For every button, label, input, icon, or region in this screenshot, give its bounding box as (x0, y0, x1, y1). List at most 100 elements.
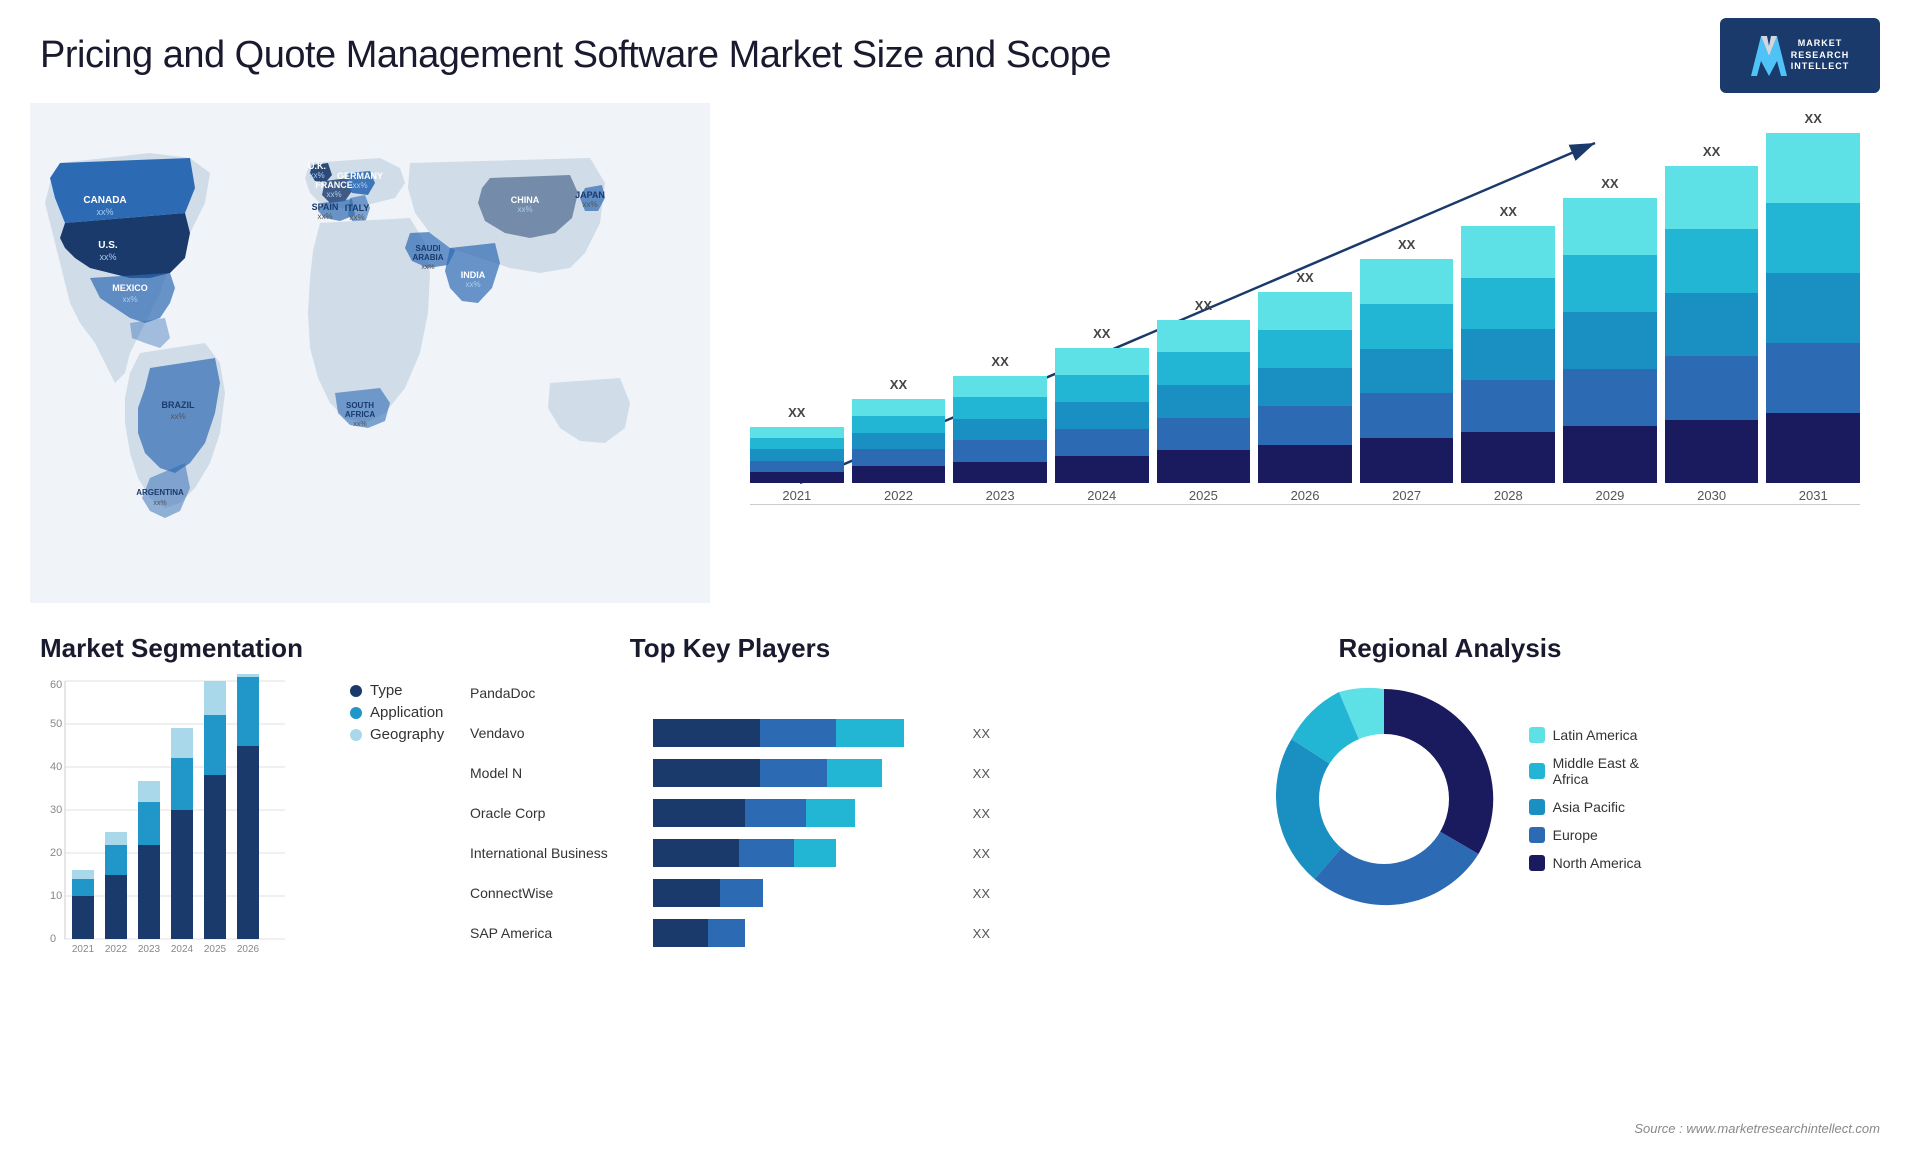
legend-europe: Europe (1529, 827, 1642, 843)
player-row-modeln: Model N XX (470, 759, 990, 787)
bar-stack-2024: XX (1055, 348, 1149, 483)
bar-label-2030: 2030 (1697, 488, 1726, 503)
svg-text:xx%: xx% (309, 171, 324, 180)
legend-latin-america: Latin America (1529, 727, 1642, 743)
bar-segment-4 (1665, 166, 1759, 229)
bar-segment-0 (1461, 432, 1555, 483)
svg-text:BRAZIL: BRAZIL (162, 400, 195, 410)
legend-north-america: North America (1529, 855, 1642, 871)
bar-seg1 (653, 759, 760, 787)
bar-col-2031: XX2031 (1766, 143, 1860, 503)
bar-segment-3 (1766, 203, 1860, 273)
bar-value-2028: XX (1461, 204, 1555, 219)
svg-text:40: 40 (50, 761, 62, 773)
bar-stack-2031: XX (1766, 133, 1860, 483)
svg-text:xx%: xx% (352, 181, 367, 190)
bar-stack-2029: XX (1563, 198, 1657, 483)
bar-segment-3 (1055, 375, 1149, 402)
bar-col-2024: XX2024 (1055, 143, 1149, 503)
bar-segment-1 (852, 449, 946, 466)
svg-text:xx%: xx% (582, 200, 597, 209)
bar-stack-2026: XX (1258, 292, 1352, 483)
bar-stack-2023: XX (953, 376, 1047, 483)
bar-col-2030: XX2030 (1665, 143, 1759, 503)
player-row-connectwise: ConnectWise XX (470, 879, 990, 907)
legend-box-na (1529, 855, 1545, 871)
bar-seg1 (653, 919, 708, 947)
svg-text:30: 30 (50, 804, 62, 816)
player-value-connectwise: XX (973, 886, 990, 901)
bar-label-2022: 2022 (884, 488, 913, 503)
logo-line3: INTELLECT (1791, 61, 1850, 73)
regional-section: Regional Analysis (1010, 633, 1890, 1163)
bar-stack-2028: XX (1461, 226, 1555, 483)
bar-seg2 (745, 799, 806, 827)
bar-chart-wrapper: XX2021XX2022XX2023XX2024XX2025XX2026XX20… (740, 113, 1870, 543)
player-value-oracle: XX (973, 806, 990, 821)
svg-text:2022: 2022 (105, 944, 128, 954)
svg-text:xx%: xx% (170, 412, 185, 421)
player-name-vendavo: Vendavo (470, 725, 645, 741)
regional-legend: Latin America Middle East &Africa Asia P… (1529, 727, 1642, 871)
bar-chart-section: XX2021XX2022XX2023XX2024XX2025XX2026XX20… (720, 103, 1890, 603)
bar-value-2025: XX (1157, 298, 1251, 313)
bar-segment-4 (1461, 226, 1555, 277)
page-title: Pricing and Quote Management Software Ma… (40, 34, 1111, 77)
legend-geography: Geography (350, 726, 444, 743)
player-name-connectwise: ConnectWise (470, 885, 645, 901)
legend-label-geography: Geography (370, 726, 444, 743)
svg-text:xx%: xx% (465, 280, 480, 289)
legend-application: Application (350, 704, 444, 721)
bar-segment-4 (1563, 198, 1657, 255)
key-players-title: Top Key Players (470, 633, 990, 664)
logo-line1: MARKET (1791, 38, 1850, 50)
bar-segment-2 (1563, 312, 1657, 369)
world-map-svg: CANADA xx% U.S. xx% MEXICO xx% BRAZIL xx… (30, 103, 710, 603)
svg-text:10: 10 (50, 890, 62, 902)
bar-value-2023: XX (953, 354, 1047, 369)
svg-text:ARGENTINA: ARGENTINA (136, 488, 184, 497)
bar-chart-area: XX2021XX2022XX2023XX2024XX2025XX2026XX20… (750, 143, 1860, 503)
bar-label-2026: 2026 (1291, 488, 1320, 503)
bar-seg1 (653, 839, 739, 867)
svg-text:INDIA: INDIA (461, 270, 486, 280)
bar-col-2021: XX2021 (750, 143, 844, 503)
player-bar-modeln (653, 759, 959, 787)
legend-type: Type (350, 682, 444, 699)
player-bar-oracle (653, 799, 959, 827)
svg-text:50: 50 (50, 718, 62, 730)
legend-dot-application (350, 707, 362, 719)
player-bar-sap (653, 919, 959, 947)
logo-icon (1751, 36, 1787, 76)
bar-seg3 (836, 719, 903, 747)
svg-text:2023: 2023 (138, 944, 161, 954)
bar-label-2023: 2023 (986, 488, 1015, 503)
bar-segment-1 (1360, 393, 1454, 438)
bar-segment-4 (1157, 320, 1251, 353)
legend-box-europe (1529, 827, 1545, 843)
key-players-section: Top Key Players PandaDoc Vendavo XX Mode… (450, 633, 1010, 1163)
segmentation-section: Market Segmentation 0 10 20 30 40 50 60 (30, 633, 450, 1163)
legend-box-apac (1529, 799, 1545, 815)
bar-seg3 (827, 759, 882, 787)
legend-box-mea (1529, 763, 1545, 779)
bar-col-2023: XX 2023 (953, 143, 1047, 503)
svg-text:xx%: xx% (122, 295, 137, 304)
bar-segment-0 (1258, 445, 1352, 483)
bar-segment-2 (1360, 349, 1454, 394)
svg-text:xx%: xx% (349, 213, 364, 222)
svg-text:xx%: xx% (517, 205, 532, 214)
bar-seg1 (653, 879, 720, 907)
bar-segment-3 (1563, 255, 1657, 312)
bar-segment-2 (1461, 329, 1555, 380)
source-text: Source : www.marketresearchintellect.com (1634, 1121, 1880, 1136)
svg-text:U.K.: U.K. (308, 161, 326, 171)
legend-box-latin (1529, 727, 1545, 743)
bar-segment-4 (1766, 133, 1860, 203)
bar-seg2 (739, 839, 794, 867)
bar-segment-1 (1563, 369, 1657, 426)
bar-segment-4 (852, 399, 946, 416)
player-name-pandadoc: PandaDoc (470, 685, 645, 701)
bar-segment-2 (953, 419, 1047, 440)
svg-text:ITALY: ITALY (345, 203, 370, 213)
